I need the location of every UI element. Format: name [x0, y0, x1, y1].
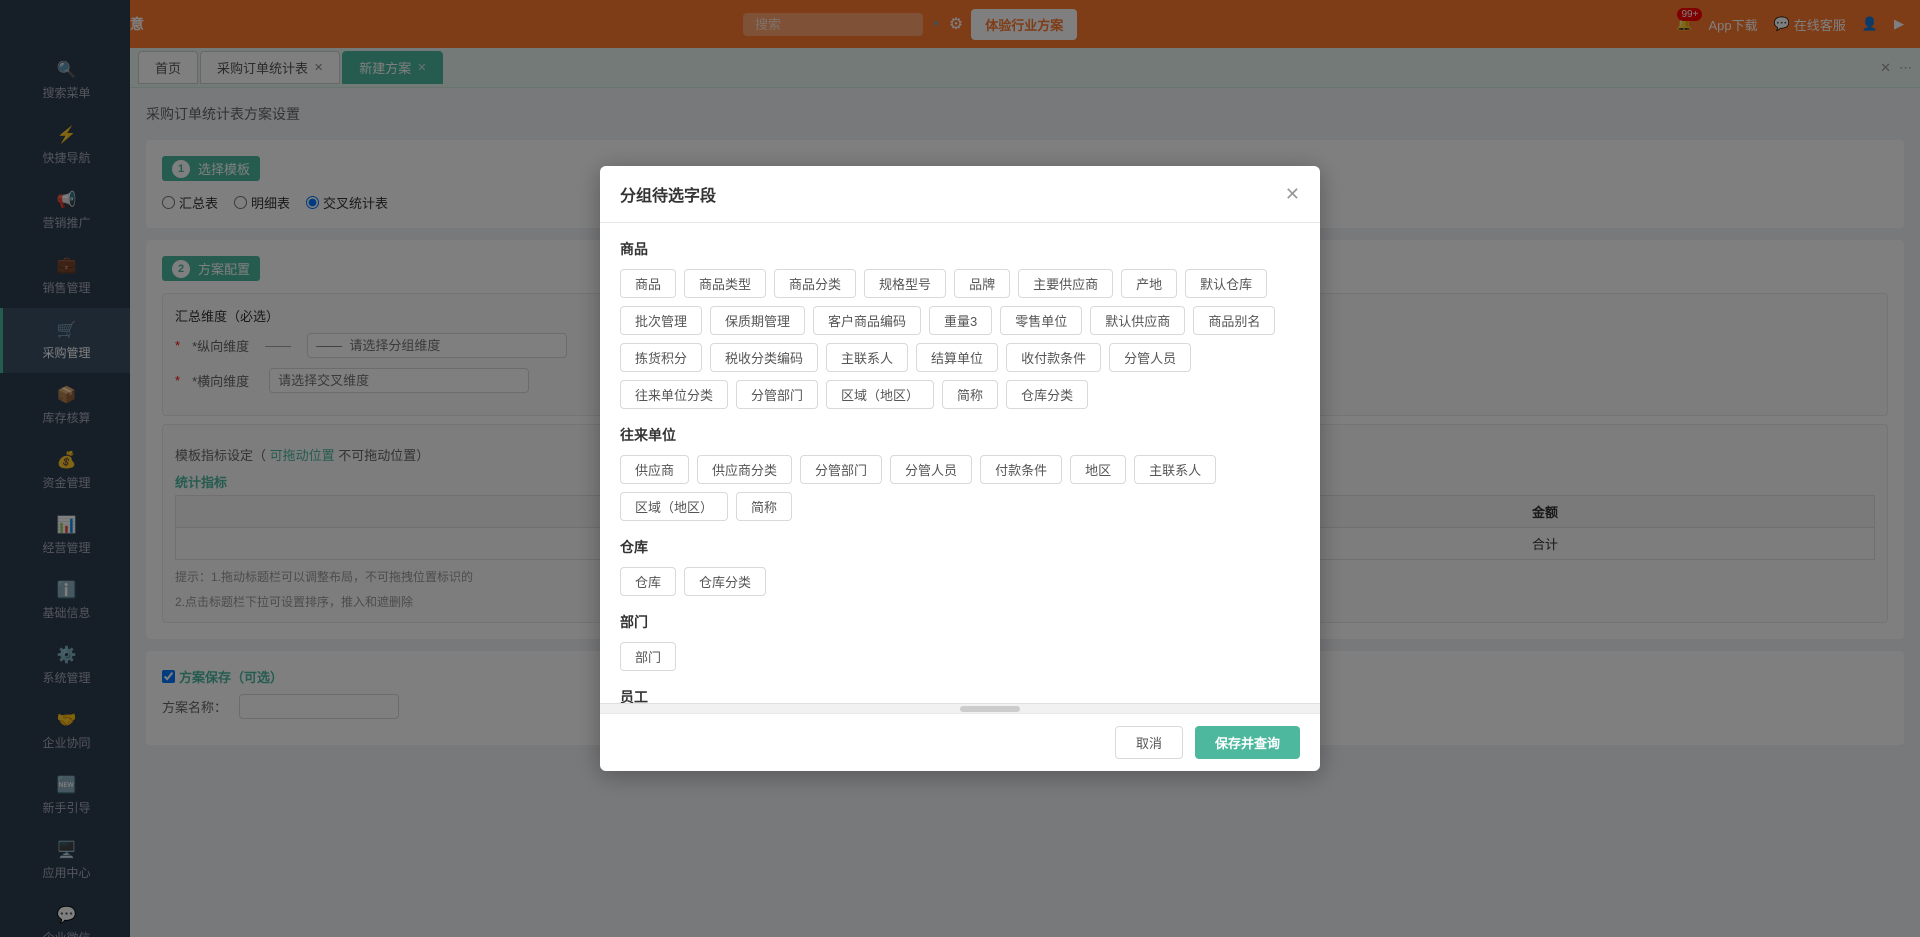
field-settlement-unit[interactable]: 结算单位	[916, 343, 998, 372]
field-warehouse-category[interactable]: 仓库分类	[1006, 380, 1088, 409]
field-dept[interactable]: 部门	[620, 642, 676, 671]
field-main-supplier[interactable]: 主要供应商	[1018, 269, 1113, 298]
field-partner-short[interactable]: 简称	[736, 492, 792, 521]
field-spec-model[interactable]: 规格型号	[864, 269, 946, 298]
modal-confirm-btn[interactable]: 保存并查询	[1195, 726, 1300, 759]
field-main-contact[interactable]: 主联系人	[826, 343, 908, 372]
field-brand[interactable]: 品牌	[954, 269, 1010, 298]
field-goods-type[interactable]: 商品类型	[684, 269, 766, 298]
field-goods-category[interactable]: 商品分类	[774, 269, 856, 298]
field-department[interactable]: 分管部门	[736, 380, 818, 409]
field-goods-alias[interactable]: 商品别名	[1193, 306, 1275, 335]
modal-hscroll-thumb	[960, 706, 1020, 712]
section-title-warehouse: 仓库	[620, 537, 1300, 557]
modal-close-btn[interactable]: ✕	[1285, 185, 1300, 203]
field-weight3[interactable]: 重量3	[929, 306, 992, 335]
section-title-dept: 部门	[620, 612, 1300, 632]
field-partner-contact[interactable]: 主联系人	[1134, 455, 1216, 484]
field-default-warehouse[interactable]: 默认仓库	[1185, 269, 1267, 298]
field-grid-goods: 商品 商品类型 商品分类 规格型号 品牌 主要供应商 产地 默认仓库 批次管理 …	[620, 269, 1300, 409]
modal-horizontal-scrollbar[interactable]	[600, 703, 1320, 713]
modal-footer: 取消 保存并查询	[600, 713, 1320, 771]
field-grid-warehouse: 仓库 仓库分类	[620, 567, 1300, 596]
field-supplier-category[interactable]: 供应商分类	[697, 455, 792, 484]
field-grid-dept: 部门	[620, 642, 1300, 671]
field-area[interactable]: 地区	[1070, 455, 1126, 484]
field-partner-category[interactable]: 往来单位分类	[620, 380, 728, 409]
field-warehouse-cat[interactable]: 仓库分类	[684, 567, 766, 596]
field-retail-unit[interactable]: 零售单位	[1000, 306, 1082, 335]
field-origin[interactable]: 产地	[1121, 269, 1177, 298]
section-title-staff: 员工	[620, 687, 1300, 703]
field-partner-dept[interactable]: 分管部门	[800, 455, 882, 484]
field-pick-points[interactable]: 拣货积分	[620, 343, 702, 372]
field-tax-code[interactable]: 税收分类编码	[710, 343, 818, 372]
field-grid-partner: 供应商 供应商分类 分管部门 分管人员 付款条件 地区 主联系人 区域（地区） …	[620, 455, 1300, 521]
field-batch-manage[interactable]: 批次管理	[620, 306, 702, 335]
modal-cancel-btn[interactable]: 取消	[1115, 726, 1183, 759]
field-short-name[interactable]: 简称	[942, 380, 998, 409]
field-payment-condition[interactable]: 付款条件	[980, 455, 1062, 484]
field-supplier[interactable]: 供应商	[620, 455, 689, 484]
field-default-supplier[interactable]: 默认供应商	[1090, 306, 1185, 335]
modal-body[interactable]: 商品 商品 商品类型 商品分类 规格型号 品牌 主要供应商 产地 默认仓库 批次…	[600, 223, 1320, 703]
field-customer-code[interactable]: 客户商品编码	[813, 306, 921, 335]
field-goods[interactable]: 商品	[620, 269, 676, 298]
section-title-goods: 商品	[620, 239, 1300, 259]
field-shelf-life[interactable]: 保质期管理	[710, 306, 805, 335]
modal-header: 分组待选字段 ✕	[600, 166, 1320, 223]
modal-title: 分组待选字段	[620, 182, 716, 206]
section-title-partner: 往来单位	[620, 425, 1300, 445]
field-partner-supervisor[interactable]: 分管人员	[890, 455, 972, 484]
field-warehouse[interactable]: 仓库	[620, 567, 676, 596]
field-region[interactable]: 区域（地区）	[826, 380, 934, 409]
field-payment-terms[interactable]: 收付款条件	[1006, 343, 1101, 372]
field-select-modal: 分组待选字段 ✕ 商品 商品 商品类型 商品分类 规格型号 品牌 主要供应商 产…	[600, 166, 1320, 771]
modal-overlay: 分组待选字段 ✕ 商品 商品 商品类型 商品分类 规格型号 品牌 主要供应商 产…	[0, 0, 1920, 937]
field-supervisor[interactable]: 分管人员	[1109, 343, 1191, 372]
field-partner-region[interactable]: 区域（地区）	[620, 492, 728, 521]
